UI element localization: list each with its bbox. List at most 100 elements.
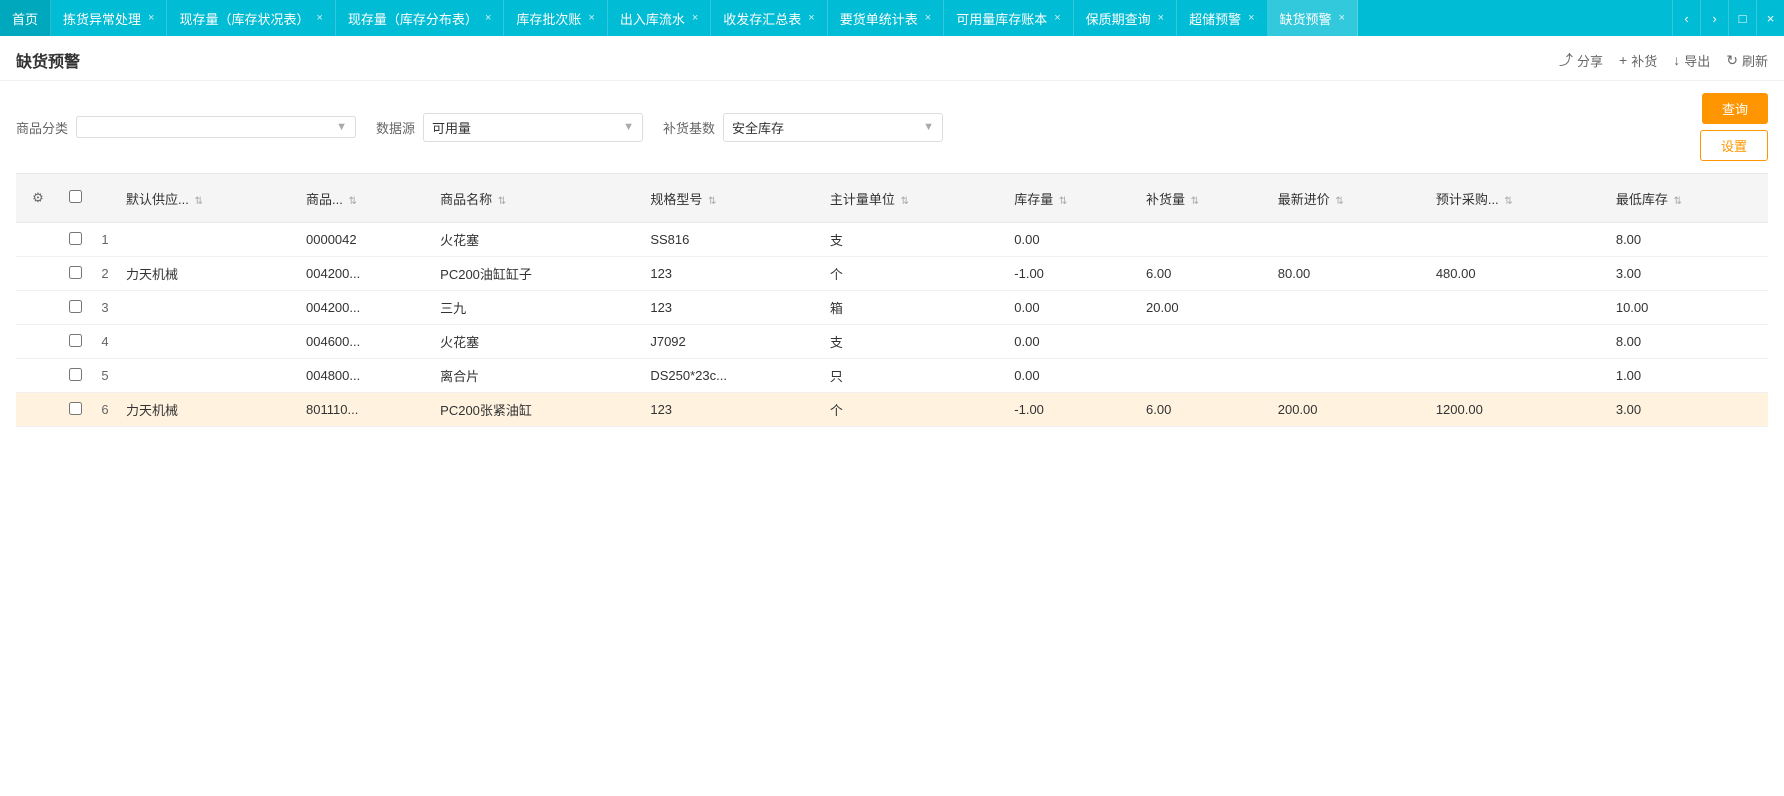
scroll-right-btn[interactable]: › [1700,0,1728,36]
refresh-icon: ↻ [1726,52,1738,69]
nav-tab-close-overstock[interactable]: × [1248,12,1254,24]
top-navigation: 首页拣货异常处理×现存量（库存状况表）×现存量（库存分布表）×库存批次账×出入库… [0,0,1784,36]
row-gear [16,257,60,291]
row-select-checkbox[interactable] [69,334,82,347]
replenish-base-select[interactable]: 安全库存 ▼ [723,113,943,142]
nav-tab-available[interactable]: 可用量库存账本 × [944,0,1073,36]
code-header-label: 商品... [306,192,343,207]
row-gear [16,223,60,257]
nav-tab-close-order-stat[interactable]: × [925,12,931,24]
nav-tab-collect[interactable]: 收发存汇总表 × [711,0,827,36]
row-latest-price [1272,325,1430,359]
replenish-action[interactable]: + 补货 [1619,51,1657,70]
est-purchase-column-header[interactable]: 预计采购... ⇅ [1430,174,1610,223]
code-column-header[interactable]: 商品... ⇅ [300,174,434,223]
close-window-btn[interactable]: × [1756,0,1784,36]
row-num: 3 [90,291,120,325]
row-select-checkbox[interactable] [69,300,82,313]
nav-tab-flow[interactable]: 出入库流水× [608,0,711,36]
row-est-purchase [1430,359,1610,393]
nav-tab-label-home: 首页 [12,9,38,28]
row-latest-price: 80.00 [1272,257,1430,291]
stock-header-label: 库存量 [1014,192,1053,207]
row-stock: -1.00 [1008,257,1140,291]
nav-tab-batch[interactable]: 库存批次账× [504,0,607,36]
query-button[interactable]: 查询 [1702,93,1768,124]
category-select[interactable]: ▼ [76,116,356,138]
row-select-checkbox[interactable] [69,232,82,245]
name-column-header[interactable]: 商品名称 ⇅ [434,174,644,223]
row-select-checkbox[interactable] [69,266,82,279]
row-min-stock: 3.00 [1610,393,1768,427]
stock-column-header[interactable]: 库存量 ⇅ [1008,174,1140,223]
export-action[interactable]: ↓ 导出 [1673,51,1710,70]
nav-tab-stock-status[interactable]: 现存量（库存状况表） × [167,0,335,36]
nav-tab-overstock[interactable]: 超储预警× [1177,0,1267,36]
page-header: 缺货预警 ⤴ 分享 + 补货 ↓ 导出 ↻ 刷新 [0,36,1784,81]
restore-btn[interactable]: □ [1728,0,1756,36]
nav-tab-close-stock-dist[interactable]: × [485,12,491,24]
nav-tab-close-expiry[interactable]: × [1158,12,1164,24]
code-sort-icon: ⇅ [348,196,356,207]
row-name: PC200张紧油缸 [434,393,644,427]
nav-tab-close-collect[interactable]: × [808,12,814,24]
latest-price-column-header[interactable]: 最新进价 ⇅ [1272,174,1430,223]
row-replenish [1140,359,1272,393]
est-purchase-header-label: 预计采购... [1436,192,1499,207]
table-row: 6力天机械801110...PC200张紧油缸123个-1.006.00200.… [16,393,1768,427]
nav-tab-close-stock-status[interactable]: × [316,12,322,24]
row-unit: 个 [824,257,1008,291]
row-gear [16,359,60,393]
nav-tab-close-flow[interactable]: × [692,12,698,24]
nav-tab-home[interactable]: 首页 [0,0,51,36]
row-latest-price [1272,291,1430,325]
row-select-checkbox[interactable] [69,368,82,381]
nav-tab-close-exception[interactable]: × [148,12,154,24]
nav-tab-close-shortage[interactable]: × [1339,12,1345,24]
share-action[interactable]: ⤴ 分享 [1559,50,1603,70]
row-gear [16,393,60,427]
nav-tab-label-collect: 收发存汇总表 [723,9,801,28]
refresh-action[interactable]: ↻ 刷新 [1726,51,1768,70]
nav-tab-stock-dist[interactable]: 现存量（库存分布表）× [336,0,504,36]
row-supplier [120,325,300,359]
refresh-label: 刷新 [1742,51,1768,70]
supplier-column-header[interactable]: 默认供应... ⇅ [120,174,300,223]
scroll-left-btn[interactable]: ‹ [1672,0,1700,36]
nav-tab-expiry[interactable]: 保质期查询× [1074,0,1177,36]
row-name: 火花塞 [434,223,644,257]
select-all-checkbox[interactable] [69,190,82,203]
latest-price-sort-icon: ⇅ [1335,196,1343,207]
row-est-purchase: 480.00 [1430,257,1610,291]
row-est-purchase [1430,325,1610,359]
row-gear [16,291,60,325]
nav-tab-label-available: 可用量库存账本 [956,9,1047,28]
row-est-purchase [1430,223,1610,257]
nav-tab-exception[interactable]: 拣货异常处理× [51,0,167,36]
row-select-checkbox[interactable] [69,402,82,415]
spec-column-header[interactable]: 规格型号 ⇅ [644,174,824,223]
row-num: 5 [90,359,120,393]
settings-gear-icon[interactable]: ⚙ [22,182,54,214]
row-min-stock: 8.00 [1610,223,1768,257]
unit-column-header[interactable]: 主计量单位 ⇅ [824,174,1008,223]
row-min-stock: 8.00 [1610,325,1768,359]
replenish-column-header[interactable]: 补货量 ⇅ [1140,174,1272,223]
nav-tab-close-available[interactable]: × [1054,12,1060,24]
nav-tab-shortage[interactable]: 缺货预警× [1268,0,1358,36]
row-unit: 个 [824,393,1008,427]
datasource-select[interactable]: 可用量 ▼ [423,113,643,142]
row-supplier: 力天机械 [120,257,300,291]
spec-sort-icon: ⇅ [708,196,716,207]
row-spec: DS250*23c... [644,359,824,393]
page-title: 缺货预警 [16,48,80,72]
row-latest-price [1272,223,1430,257]
nav-tab-close-batch[interactable]: × [588,12,594,24]
nav-tab-label-order-stat: 要货单统计表 [840,9,918,28]
nav-tab-label-stock-status: 现存量（库存状况表） [179,9,309,28]
nav-tab-order-stat[interactable]: 要货单统计表 × [828,0,944,36]
settings-button[interactable]: 设置 [1700,130,1768,161]
filter-actions: 查询 设置 [1700,93,1768,161]
min-stock-column-header[interactable]: 最低库存 ⇅ [1610,174,1768,223]
row-stock: 0.00 [1008,359,1140,393]
